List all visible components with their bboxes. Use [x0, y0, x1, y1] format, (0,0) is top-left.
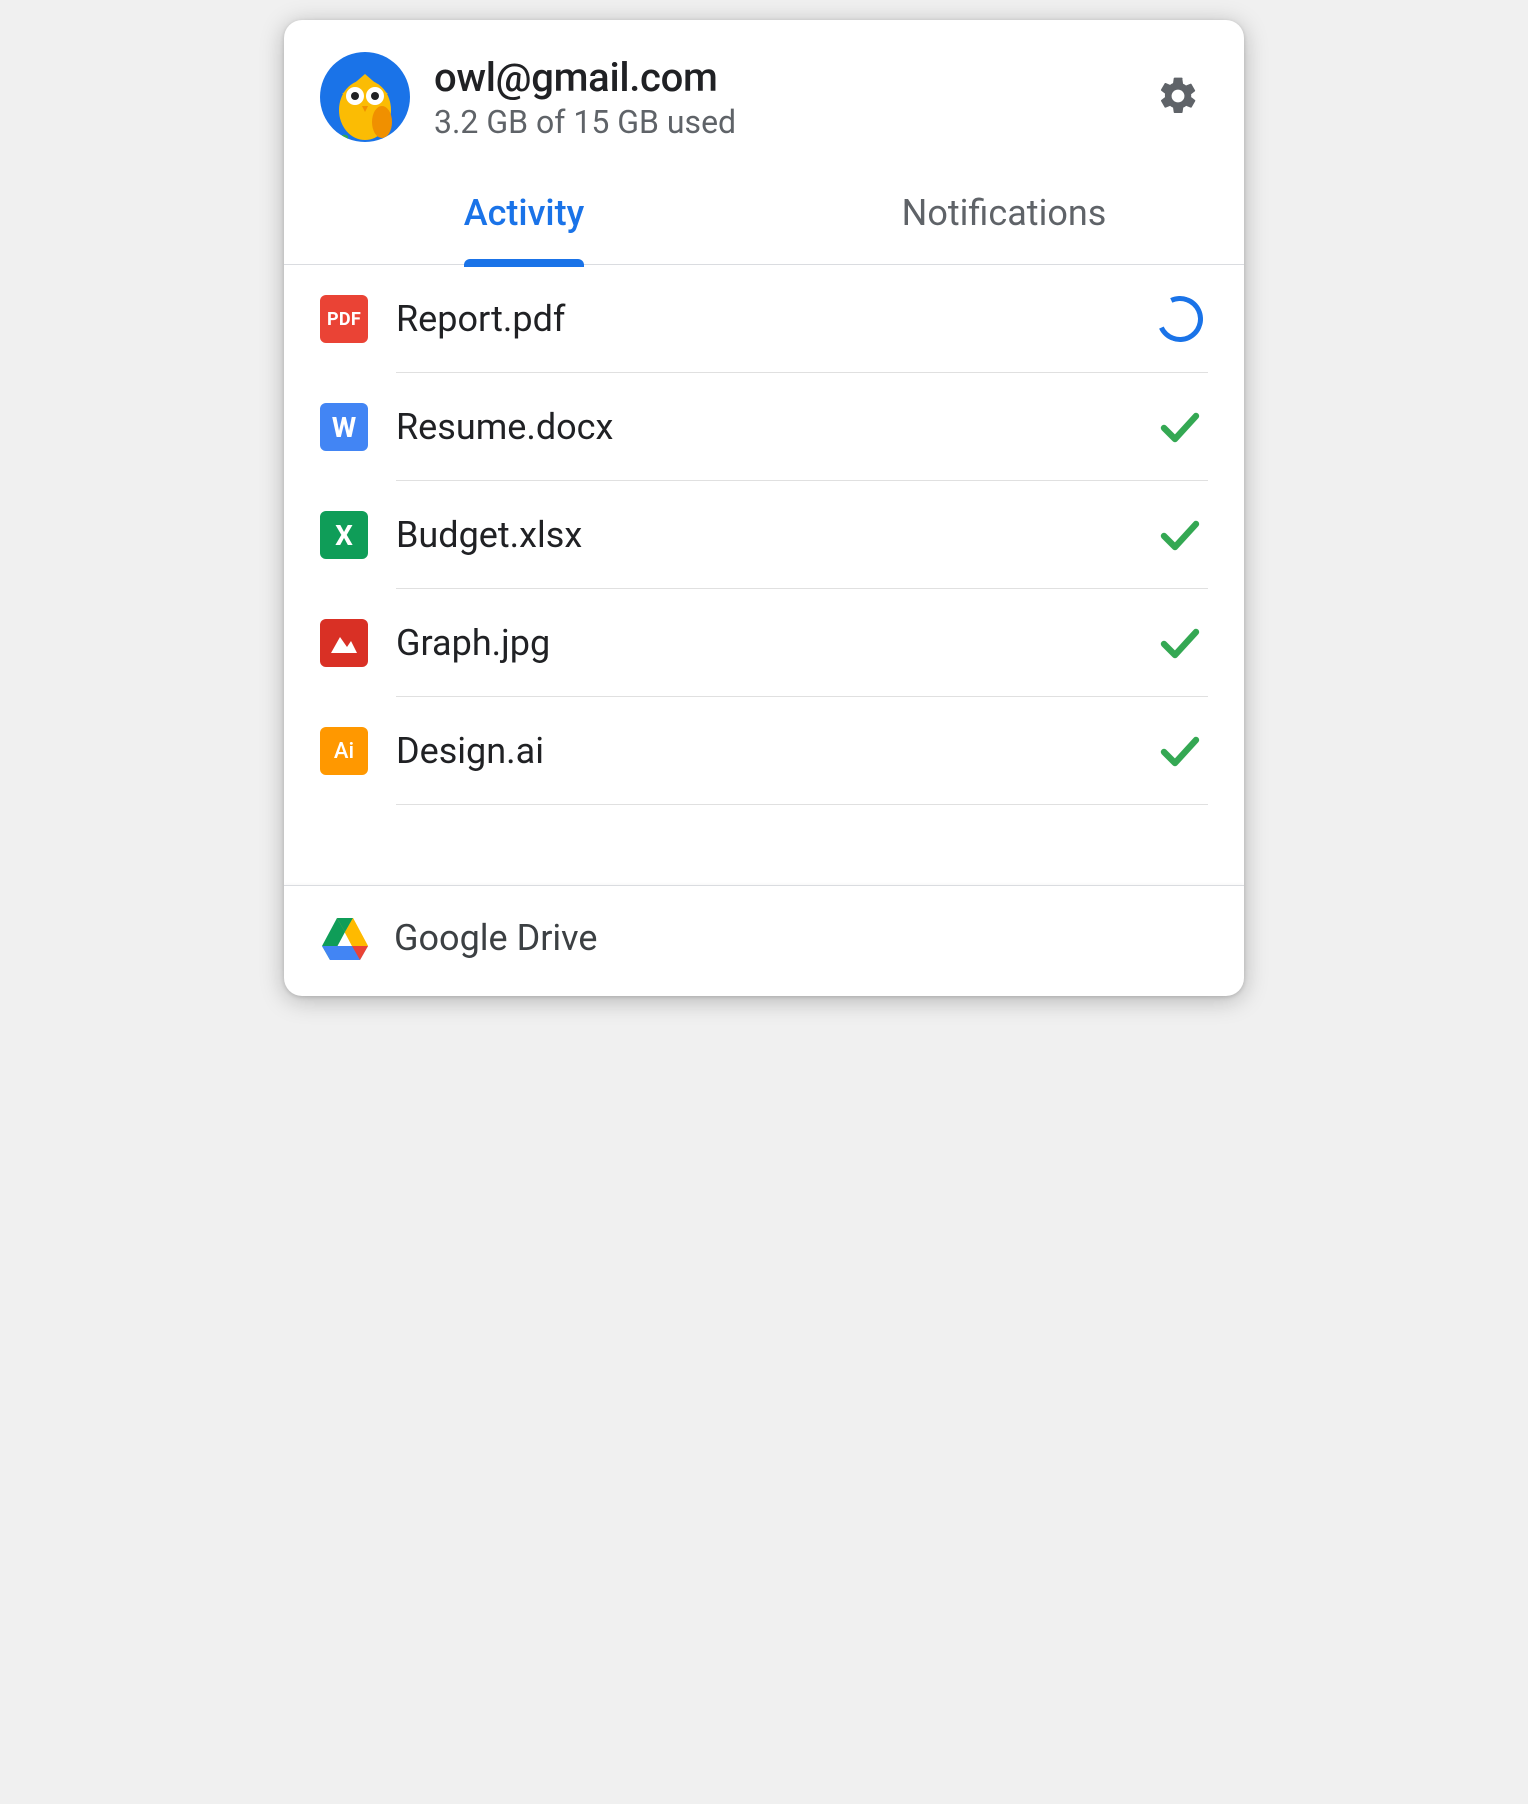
pdf-icon: PDF [320, 295, 368, 343]
header: owl@gmail.com 3.2 GB of 15 GB used [284, 20, 1244, 166]
status-done [1152, 619, 1208, 667]
tab-activity[interactable]: Activity [284, 166, 764, 264]
storage-usage: 3.2 GB of 15 GB used [434, 103, 1124, 141]
file-name: Design.ai [396, 730, 1152, 772]
account-info: owl@gmail.com 3.2 GB of 15 GB used [434, 54, 1124, 141]
image-icon [320, 619, 368, 667]
mountain-icon [329, 631, 359, 655]
spinner-icon [1151, 289, 1210, 348]
excel-icon: X [320, 511, 368, 559]
status-loading [1152, 296, 1208, 342]
footer: Google Drive [284, 885, 1244, 996]
check-icon [1156, 403, 1204, 451]
file-name: Report.pdf [396, 298, 1152, 340]
avatar[interactable] [320, 52, 410, 142]
illustrator-icon: Ai [320, 727, 368, 775]
gear-icon [1156, 74, 1200, 118]
owl-avatar-icon [330, 62, 400, 142]
file-name: Budget.xlsx [396, 514, 1152, 556]
check-icon [1156, 511, 1204, 559]
drive-logo-icon [320, 916, 370, 960]
file-name: Graph.jpg [396, 622, 1152, 664]
tabs: Activity Notifications [284, 166, 1244, 265]
file-row[interactable]: X Budget.xlsx [320, 481, 1208, 589]
account-email: owl@gmail.com [434, 54, 1124, 101]
file-row[interactable]: PDF Report.pdf [320, 265, 1208, 373]
file-list: PDF Report.pdf W Resume.docx X Budget.xl… [284, 265, 1244, 885]
file-row[interactable]: Ai Design.ai [320, 697, 1208, 805]
status-done [1152, 727, 1208, 775]
status-done [1152, 511, 1208, 559]
status-done [1152, 403, 1208, 451]
check-icon [1156, 619, 1204, 667]
file-row[interactable]: Graph.jpg [320, 589, 1208, 697]
spacer [320, 805, 1208, 885]
word-icon: W [320, 403, 368, 451]
file-row[interactable]: W Resume.docx [320, 373, 1208, 481]
drive-activity-panel: owl@gmail.com 3.2 GB of 15 GB used Activ… [284, 20, 1244, 996]
check-icon [1156, 727, 1204, 775]
settings-button[interactable] [1148, 66, 1208, 129]
file-name: Resume.docx [396, 406, 1152, 448]
tab-notifications[interactable]: Notifications [764, 166, 1244, 264]
brand-name: Google Drive [394, 917, 597, 959]
